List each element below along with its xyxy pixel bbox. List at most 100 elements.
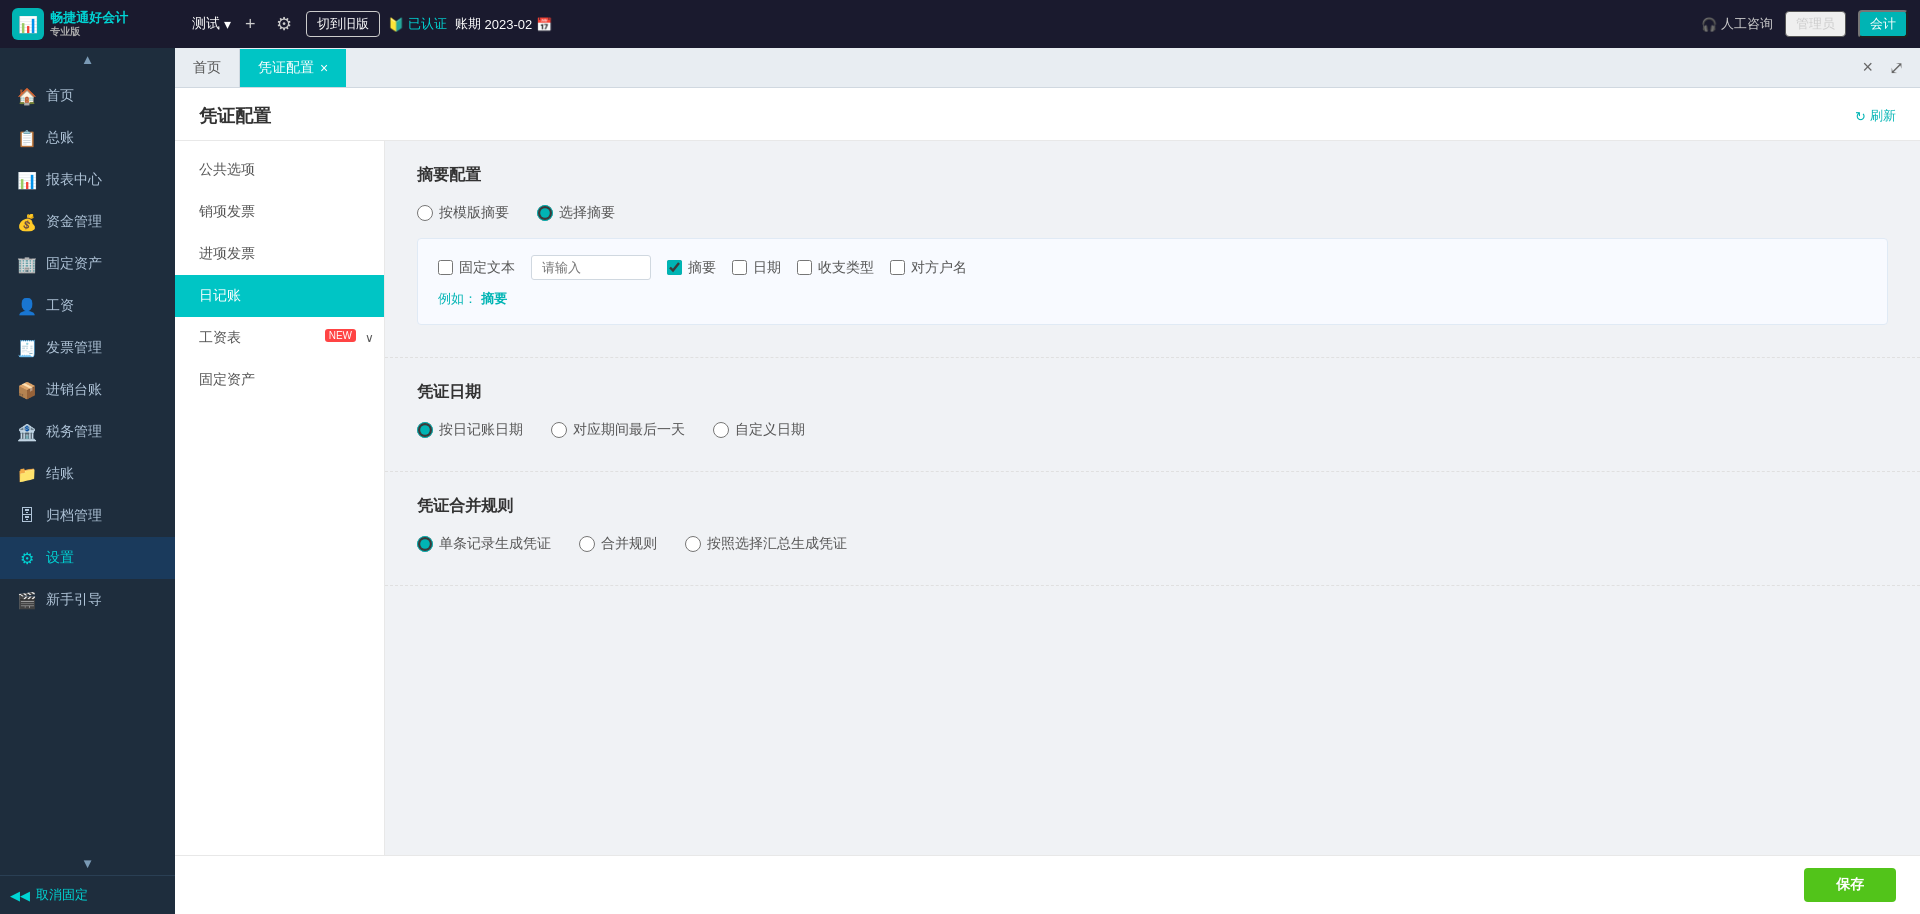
cert-status: 🔰 已认证 <box>388 15 447 33</box>
refresh-button[interactable]: ↻ 刷新 <box>1855 107 1896 125</box>
logo-icon: 📊 <box>12 8 44 40</box>
cancel-fixed-button[interactable]: ◀◀ 取消固定 <box>0 875 175 914</box>
summary-section-title: 摘要配置 <box>417 165 1888 186</box>
select-summary-radio[interactable] <box>685 536 701 552</box>
sidebar-scroll-down[interactable]: ▼ <box>0 852 175 875</box>
sidebar-item-tax[interactable]: 🏦 税务管理 <box>0 411 175 453</box>
tab-voucher-config[interactable]: 凭证配置 × <box>240 49 346 87</box>
role-button[interactable]: 会计 <box>1858 10 1908 38</box>
sidebar-item-reports[interactable]: 📊 报表中心 <box>0 159 175 201</box>
select-summary-option[interactable]: 按照选择汇总生成凭证 <box>685 535 847 553</box>
salary-icon: 👤 <box>18 297 36 315</box>
sidebar-nav: 🏠 首页 📋 总账 📊 报表中心 💰 资金管理 🏢 固定资产 👤 工资 <box>0 71 175 852</box>
home-icon: 🏠 <box>18 87 36 105</box>
period-display: 账期 2023-02 📅 <box>455 15 553 33</box>
page-title: 凭证配置 <box>199 104 271 128</box>
tab-home[interactable]: 首页 <box>175 49 240 87</box>
expand-panel-button[interactable]: ⤢ <box>1883 53 1910 83</box>
left-panel-item-sales-invoice[interactable]: 销项发票 <box>175 191 384 233</box>
date-checkbox[interactable] <box>732 260 747 275</box>
ledger-icon: 📋 <box>18 129 36 147</box>
merge-rule-radio[interactable] <box>579 536 595 552</box>
left-panel-item-fixed-assets[interactable]: 固定资产 <box>175 359 384 401</box>
left-panel-item-public[interactable]: 公共选项 <box>175 149 384 191</box>
topbar-right: 🎧 人工咨询 管理员 会计 <box>1701 10 1908 38</box>
calendar-icon[interactable]: 📅 <box>536 17 552 32</box>
summary-config-box: 固定文本 摘要 日期 <box>417 238 1888 325</box>
period-last-option[interactable]: 对应期间最后一天 <box>551 421 685 439</box>
custom-date-radio[interactable] <box>713 422 729 438</box>
tax-icon: 🏦 <box>18 423 36 441</box>
sidebar-item-settings[interactable]: ⚙ 设置 <box>0 537 175 579</box>
income-type-checkbox-item[interactable]: 收支类型 <box>797 259 874 277</box>
sidebar-item-invoice[interactable]: 🧾 发票管理 <box>0 327 175 369</box>
content-area: 首页 凭证配置 × × ⤢ 凭证配置 ↻ 刷新 公共选项 <box>175 48 1920 914</box>
pin-icon: ◀◀ <box>10 888 30 903</box>
company-name[interactable]: 测试 ▾ <box>192 15 231 33</box>
headset-icon: 🎧 <box>1701 17 1717 32</box>
user-button[interactable]: 管理员 <box>1785 11 1846 37</box>
sidebar-scroll-up[interactable]: ▲ <box>0 48 175 71</box>
single-record-radio[interactable] <box>417 536 433 552</box>
summary-checkbox-item[interactable]: 摘要 <box>667 259 716 277</box>
sidebar-item-assets[interactable]: 🏢 固定资产 <box>0 243 175 285</box>
journal-date-radio[interactable] <box>417 422 433 438</box>
main-layout: ▲ 🏠 首页 📋 总账 📊 报表中心 💰 资金管理 🏢 固定资产 <box>0 48 1920 914</box>
date-section: 凭证日期 按日记账日期 对应期间最后一天 自定义日期 <box>417 382 1888 439</box>
counterpart-checkbox-item[interactable]: 对方户名 <box>890 259 967 277</box>
counterpart-checkbox[interactable] <box>890 260 905 275</box>
close-panel-button[interactable]: × <box>1856 53 1879 82</box>
fixed-text-checkbox[interactable] <box>438 260 453 275</box>
sales-icon: 📦 <box>18 381 36 399</box>
left-panel-item-purchase-invoice[interactable]: 进项发票 <box>175 233 384 275</box>
date-checkbox-item[interactable]: 日期 <box>732 259 781 277</box>
summary-radio-group: 按模版摘要 选择摘要 <box>417 204 1888 222</box>
summary-template-radio[interactable] <box>417 205 433 221</box>
left-panel-item-journal[interactable]: 日记账 <box>175 275 384 317</box>
sidebar-item-archive[interactable]: 🗄 归档管理 <box>0 495 175 537</box>
merge-radio-group: 单条记录生成凭证 合并规则 按照选择汇总生成凭证 <box>417 535 1888 553</box>
sidebar-item-home[interactable]: 🏠 首页 <box>0 75 175 117</box>
fixed-text-input[interactable] <box>531 255 651 280</box>
single-record-option[interactable]: 单条记录生成凭证 <box>417 535 551 553</box>
summary-checkbox[interactable] <box>667 260 682 275</box>
summary-select-option[interactable]: 选择摘要 <box>537 204 615 222</box>
tab-bar: 首页 凭证配置 × × ⤢ <box>175 48 1920 88</box>
page-footer: 保存 <box>175 855 1920 914</box>
summary-select-radio[interactable] <box>537 205 553 221</box>
chevron-down-icon: ▾ <box>224 16 231 32</box>
tab-close-button[interactable]: × <box>320 61 328 75</box>
settings-icon[interactable]: ⚙ <box>270 11 298 37</box>
switch-version-button[interactable]: 切到旧版 <box>306 11 380 37</box>
consult-button[interactable]: 🎧 人工咨询 <box>1701 15 1773 33</box>
merge-section-title: 凭证合并规则 <box>417 496 1888 517</box>
left-panel-item-payroll[interactable]: 工资表 NEW ∨ <box>175 317 384 359</box>
close-ledger-icon: 📁 <box>18 465 36 483</box>
logo-name: 畅捷通好会计 <box>50 10 128 26</box>
custom-date-option[interactable]: 自定义日期 <box>713 421 805 439</box>
cert-icon: 🔰 <box>388 17 404 32</box>
sidebar-item-sales[interactable]: 📦 进销台账 <box>0 369 175 411</box>
save-button[interactable]: 保存 <box>1804 868 1896 902</box>
sidebar: ▲ 🏠 首页 📋 总账 📊 报表中心 💰 资金管理 🏢 固定资产 <box>0 48 175 914</box>
summary-template-option[interactable]: 按模版摘要 <box>417 204 509 222</box>
journal-date-option[interactable]: 按日记账日期 <box>417 421 523 439</box>
sidebar-item-ledger[interactable]: 📋 总账 <box>0 117 175 159</box>
reports-icon: 📊 <box>18 171 36 189</box>
divider-3 <box>385 585 1920 586</box>
add-button[interactable]: + <box>239 12 262 37</box>
page-header: 凭证配置 ↻ 刷新 <box>175 88 1920 141</box>
income-type-checkbox[interactable] <box>797 260 812 275</box>
assets-icon: 🏢 <box>18 255 36 273</box>
example-text: 例如： 摘要 <box>438 290 1867 308</box>
merge-rule-option[interactable]: 合并规则 <box>579 535 657 553</box>
right-panel: 摘要配置 按模版摘要 选择摘要 <box>385 141 1920 855</box>
sidebar-item-funds[interactable]: 💰 资金管理 <box>0 201 175 243</box>
sidebar-item-guide[interactable]: 🎬 新手引导 <box>0 579 175 621</box>
fixed-text-checkbox-item[interactable]: 固定文本 <box>438 259 515 277</box>
summary-section: 摘要配置 按模版摘要 选择摘要 <box>417 165 1888 325</box>
period-last-radio[interactable] <box>551 422 567 438</box>
sidebar-item-salary[interactable]: 👤 工资 <box>0 285 175 327</box>
sidebar-item-close[interactable]: 📁 结账 <box>0 453 175 495</box>
new-badge: NEW <box>325 329 356 342</box>
